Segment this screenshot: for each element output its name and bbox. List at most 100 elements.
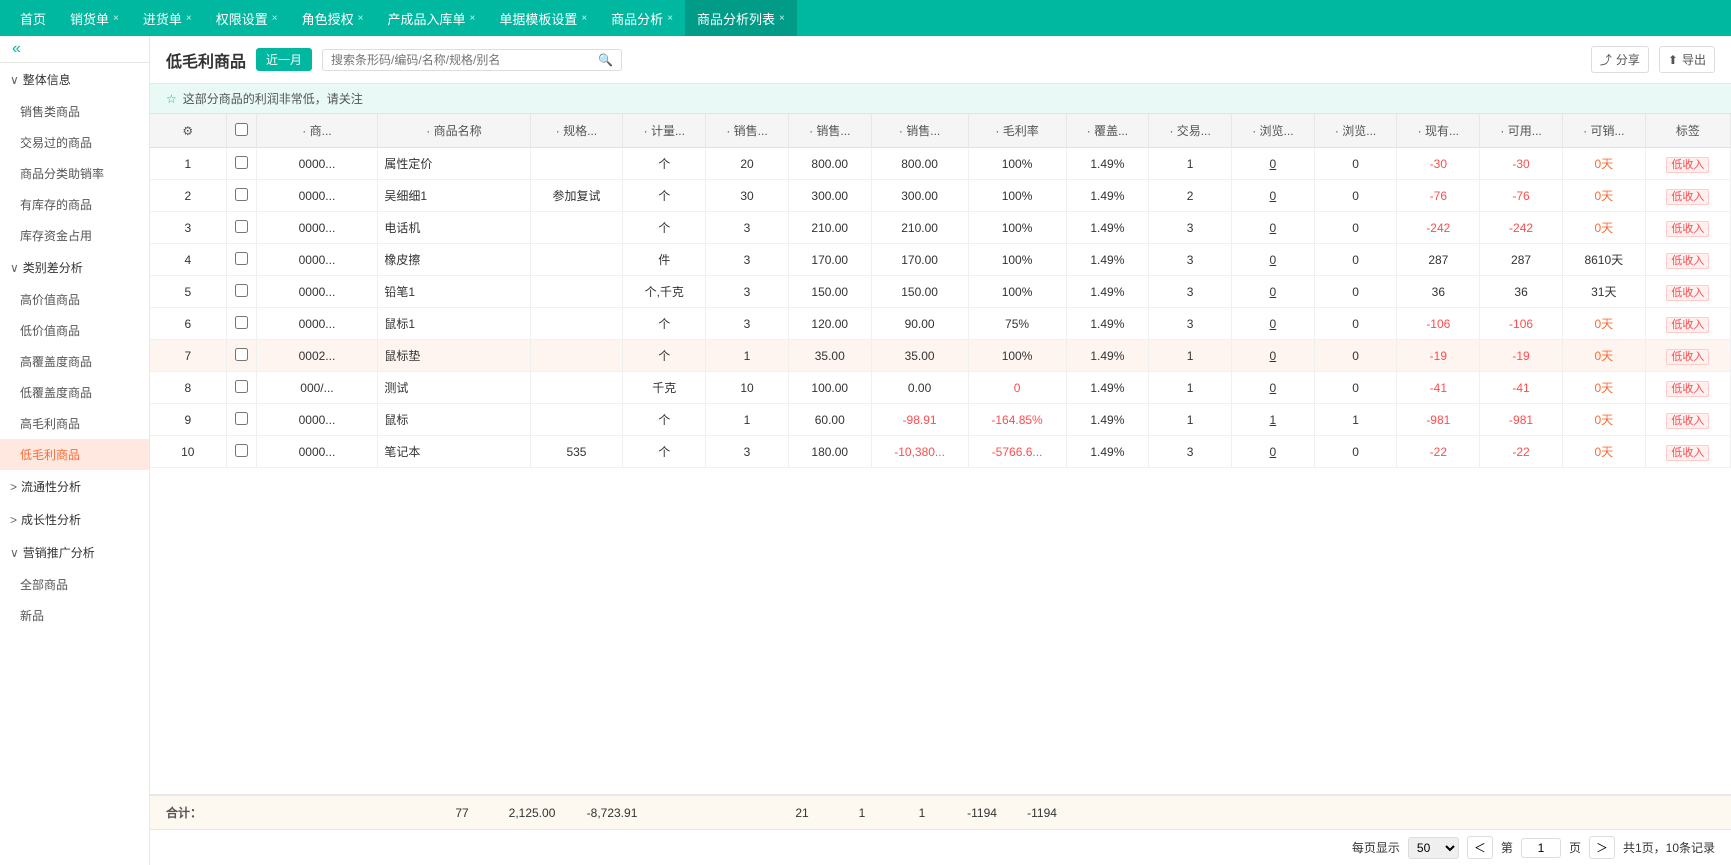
- row-checkbox[interactable]: [235, 220, 248, 233]
- row-checkbox-cell[interactable]: [226, 244, 256, 276]
- col-header-name[interactable]: · 商品名称: [378, 114, 530, 148]
- nav-close-product-in[interactable]: ×: [469, 13, 475, 24]
- sidebar-item-high-value[interactable]: 高价值商品: [0, 284, 149, 315]
- row-checkbox-cell[interactable]: [226, 404, 256, 436]
- nav-close-sales-order[interactable]: ×: [113, 13, 119, 24]
- sidebar-item-all-goods[interactable]: 全部商品: [0, 569, 149, 600]
- row-browse1[interactable]: 1: [1232, 404, 1315, 436]
- row-checkbox-cell[interactable]: [226, 276, 256, 308]
- sidebar-item-in-stock[interactable]: 有库存的商品: [0, 189, 149, 220]
- sidebar-group-category[interactable]: ∨ 类别差分析: [0, 251, 149, 284]
- prev-page-button[interactable]: ＜: [1467, 836, 1493, 859]
- search-input[interactable]: [331, 53, 598, 67]
- col-header-sales-qty[interactable]: · 销售...: [706, 114, 789, 148]
- col-header-transaction[interactable]: · 交易...: [1149, 114, 1232, 148]
- sidebar-group-overall[interactable]: ∨ 整体信息: [0, 63, 149, 96]
- row-checkbox[interactable]: [235, 412, 248, 425]
- nav-analysis-list[interactable]: 商品分析列表 ×: [685, 0, 797, 36]
- row-browse1[interactable]: 0: [1232, 340, 1315, 372]
- nav-sales-order[interactable]: 销货单 ×: [58, 0, 131, 36]
- row-browse1[interactable]: 0: [1232, 276, 1315, 308]
- sidebar-item-new-goods[interactable]: 新品: [0, 600, 149, 631]
- nav-product-analysis[interactable]: 商品分析 ×: [599, 0, 685, 36]
- sidebar-item-traded-goods[interactable]: 交易过的商品: [0, 127, 149, 158]
- row-browse1[interactable]: 0: [1232, 436, 1315, 468]
- nav-close-analysis[interactable]: ×: [667, 13, 673, 24]
- row-browse1[interactable]: 0: [1232, 212, 1315, 244]
- row-checkbox-cell[interactable]: [226, 180, 256, 212]
- row-browse1[interactable]: 0: [1232, 180, 1315, 212]
- page-size-select[interactable]: 50 20 100: [1408, 837, 1459, 859]
- row-checkbox[interactable]: [235, 444, 248, 457]
- nav-home[interactable]: 首页: [8, 0, 58, 36]
- row-checkbox[interactable]: [235, 348, 248, 361]
- row-checkbox-cell[interactable]: [226, 340, 256, 372]
- col-header-settings[interactable]: ⚙: [150, 114, 226, 148]
- nav-purchase-order[interactable]: 进货单 ×: [131, 0, 204, 36]
- sidebar-item-high-margin[interactable]: 高毛利商品: [0, 408, 149, 439]
- search-icon[interactable]: 🔍: [598, 53, 613, 67]
- col-header-gross-margin[interactable]: · 毛利率: [968, 114, 1066, 148]
- sidebar-group-circulation[interactable]: > 流通性分析: [0, 470, 149, 503]
- sidebar-item-stock-capital[interactable]: 库存资金占用: [0, 220, 149, 251]
- nav-permission[interactable]: 权限设置 ×: [204, 0, 290, 36]
- nav-close-analysis-list[interactable]: ×: [779, 13, 785, 24]
- col-header-sales-amount[interactable]: · 销售...: [871, 114, 968, 148]
- col-header-tag[interactable]: 标签: [1645, 114, 1730, 148]
- footer-transaction: 21: [772, 806, 832, 820]
- expand-icon-overall: ∨: [10, 73, 19, 87]
- row-checkbox-cell[interactable]: [226, 308, 256, 340]
- sidebar-item-category-rate[interactable]: 商品分类助销率: [0, 158, 149, 189]
- nav-close-role[interactable]: ×: [358, 13, 364, 24]
- page-number-input[interactable]: [1521, 838, 1561, 858]
- sidebar-item-low-margin[interactable]: 低毛利商品: [0, 439, 149, 470]
- col-header-browse2[interactable]: · 浏览...: [1314, 114, 1397, 148]
- export-button[interactable]: ⬆ 导出: [1659, 46, 1715, 73]
- nav-close-template[interactable]: ×: [581, 13, 587, 24]
- nav-template[interactable]: 单据模板设置 ×: [487, 0, 599, 36]
- main-layout: « ∨ 整体信息 销售类商品 交易过的商品 商品分类助销率 有库存的商品 库存资…: [0, 36, 1731, 865]
- top-navigation: 首页 销货单 × 进货单 × 权限设置 × 角色授权 × 产成品入库单 × 单据…: [0, 0, 1731, 36]
- row-browse1[interactable]: 0: [1232, 308, 1315, 340]
- row-checkbox-cell[interactable]: [226, 148, 256, 180]
- row-checkbox-cell[interactable]: [226, 372, 256, 404]
- sidebar-item-low-coverage[interactable]: 低覆盖度商品: [0, 377, 149, 408]
- nav-close-purchase[interactable]: ×: [186, 13, 192, 24]
- row-checkbox[interactable]: [235, 252, 248, 265]
- sidebar-group-marketing[interactable]: ∨ 营销推广分析: [0, 536, 149, 569]
- row-checkbox[interactable]: [235, 380, 248, 393]
- col-header-checkbox[interactable]: [226, 114, 256, 148]
- row-browse1[interactable]: 0: [1232, 372, 1315, 404]
- select-all-checkbox[interactable]: [235, 123, 248, 136]
- share-button[interactable]: ⤴ 分享: [1591, 46, 1649, 73]
- sidebar-item-high-coverage[interactable]: 高覆盖度商品: [0, 346, 149, 377]
- row-checkbox[interactable]: [235, 188, 248, 201]
- row-checkbox[interactable]: [235, 316, 248, 329]
- sidebar-item-sales-goods[interactable]: 销售类商品: [0, 96, 149, 127]
- row-checkbox[interactable]: [235, 284, 248, 297]
- row-checkbox-cell[interactable]: [226, 436, 256, 468]
- date-filter-button[interactable]: 近一月: [256, 48, 312, 71]
- sidebar-item-low-value[interactable]: 低价值商品: [0, 315, 149, 346]
- next-page-button[interactable]: ＞: [1589, 836, 1615, 859]
- col-header-browse1[interactable]: · 浏览...: [1232, 114, 1315, 148]
- col-header-code[interactable]: · 商...: [256, 114, 378, 148]
- col-header-current-stock[interactable]: · 现有...: [1397, 114, 1480, 148]
- col-header-saleable[interactable]: · 可销...: [1562, 114, 1645, 148]
- nav-close-permission[interactable]: ×: [272, 13, 278, 24]
- row-browse1[interactable]: 0: [1232, 148, 1315, 180]
- col-header-spec[interactable]: · 规格...: [530, 114, 623, 148]
- col-header-unit[interactable]: · 计量...: [623, 114, 706, 148]
- col-header-available[interactable]: · 可用...: [1480, 114, 1563, 148]
- row-checkbox[interactable]: [235, 156, 248, 169]
- nav-role[interactable]: 角色授权 ×: [290, 0, 376, 36]
- nav-product-in[interactable]: 产成品入库单 ×: [375, 0, 487, 36]
- sidebar-group-growth[interactable]: > 成长性分析: [0, 503, 149, 536]
- col-header-coverage[interactable]: · 覆盖...: [1066, 114, 1149, 148]
- row-spec: 535: [530, 436, 623, 468]
- col-header-sales-price[interactable]: · 销售...: [788, 114, 871, 148]
- row-browse1[interactable]: 0: [1232, 244, 1315, 276]
- row-checkbox-cell[interactable]: [226, 212, 256, 244]
- sidebar-collapse-btn[interactable]: «: [6, 40, 27, 58]
- settings-icon[interactable]: ⚙: [182, 124, 193, 138]
